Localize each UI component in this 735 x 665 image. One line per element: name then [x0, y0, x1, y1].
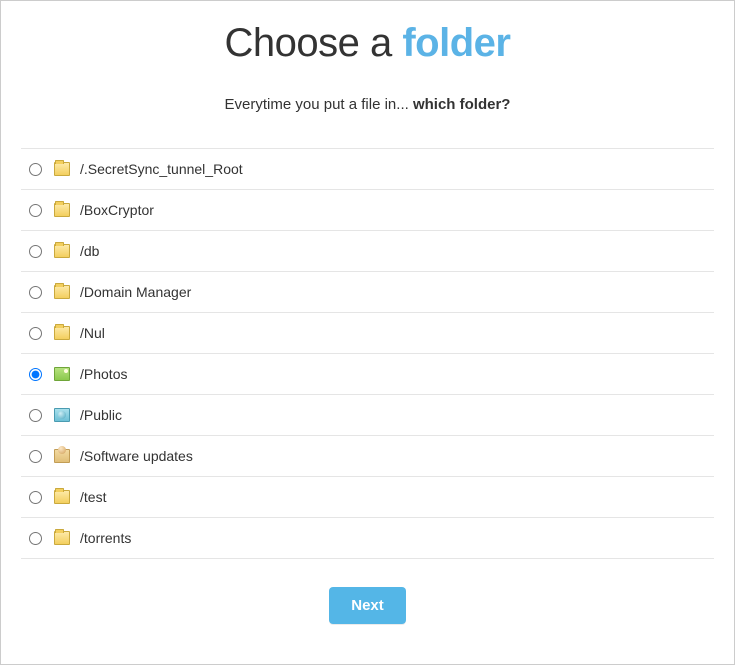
- folder-radio[interactable]: [29, 286, 42, 299]
- folder-icon: [54, 326, 70, 340]
- folder-radio[interactable]: [29, 327, 42, 340]
- folder-radio[interactable]: [29, 368, 42, 381]
- folder-name: /db: [80, 243, 99, 259]
- folder-item[interactable]: /Photos: [21, 354, 714, 395]
- folder-item[interactable]: /db: [21, 231, 714, 272]
- folder-name: /.SecretSync_tunnel_Root: [80, 161, 243, 177]
- software-icon: [54, 449, 70, 463]
- folder-icon: [54, 203, 70, 217]
- folder-item[interactable]: /test: [21, 477, 714, 518]
- folder-icon: [54, 244, 70, 258]
- folder-name: /Software updates: [80, 448, 193, 464]
- folder-icon: [54, 490, 70, 504]
- folder-radio[interactable]: [29, 245, 42, 258]
- folder-radio[interactable]: [29, 532, 42, 545]
- folder-name: /Nul: [80, 325, 105, 341]
- subtitle: Everytime you put a file in... which fol…: [21, 96, 714, 113]
- folder-item[interactable]: /.SecretSync_tunnel_Root: [21, 149, 714, 190]
- folder-item[interactable]: /Domain Manager: [21, 272, 714, 313]
- subtitle-strong: which folder?: [413, 96, 511, 113]
- photos-icon: [54, 367, 70, 381]
- folder-radio[interactable]: [29, 204, 42, 217]
- title-text: Choose a: [225, 21, 403, 65]
- footer: Next: [21, 587, 714, 624]
- folder-item[interactable]: /torrents: [21, 518, 714, 559]
- folder-item[interactable]: /Software updates: [21, 436, 714, 477]
- public-icon: [54, 408, 70, 422]
- folder-name: /Domain Manager: [80, 284, 191, 300]
- folder-icon: [54, 285, 70, 299]
- folder-item[interactable]: /Nul: [21, 313, 714, 354]
- folder-item[interactable]: /BoxCryptor: [21, 190, 714, 231]
- folder-name: /Public: [80, 407, 122, 423]
- folder-radio[interactable]: [29, 491, 42, 504]
- folder-name: /test: [80, 489, 106, 505]
- folder-icon: [54, 162, 70, 176]
- title-accent: folder: [402, 21, 510, 65]
- folder-name: /Photos: [80, 366, 127, 382]
- folder-name: /BoxCryptor: [80, 202, 154, 218]
- folder-icon: [54, 531, 70, 545]
- folder-item[interactable]: /Public: [21, 395, 714, 436]
- page-title: Choose a folder: [21, 21, 714, 66]
- folder-name: /torrents: [80, 530, 131, 546]
- folder-radio[interactable]: [29, 163, 42, 176]
- next-button[interactable]: Next: [329, 587, 406, 624]
- subtitle-text: Everytime you put a file in...: [225, 96, 413, 113]
- folder-radio[interactable]: [29, 409, 42, 422]
- folder-list: /.SecretSync_tunnel_Root/BoxCryptor/db/D…: [21, 148, 714, 559]
- folder-radio[interactable]: [29, 450, 42, 463]
